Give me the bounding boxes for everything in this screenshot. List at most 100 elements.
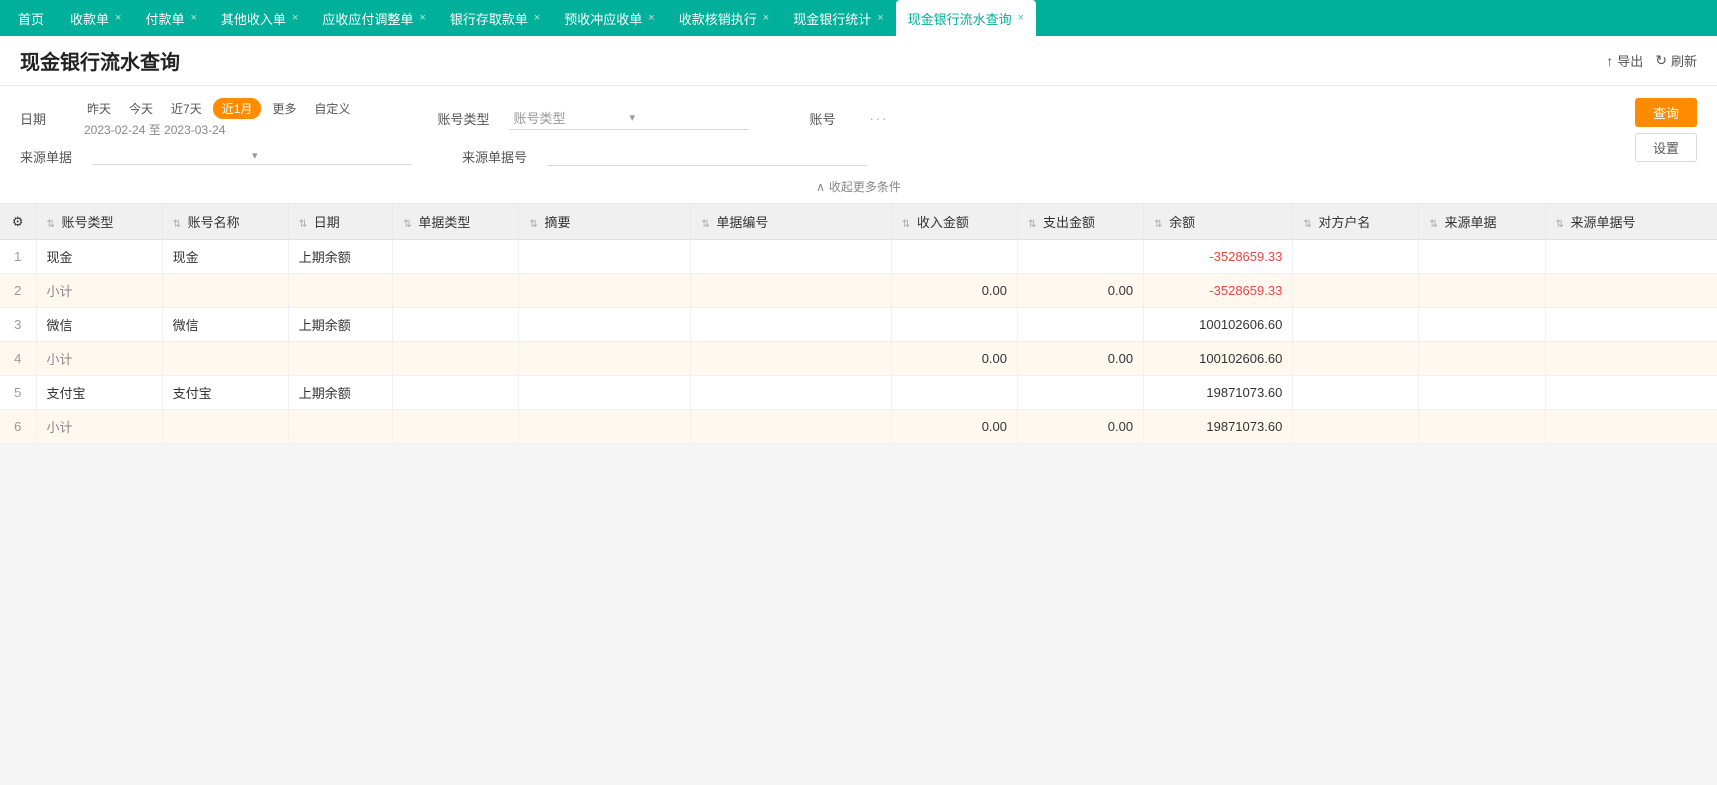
sort-account-name-icon: ⇅ xyxy=(173,219,181,230)
sort-income-icon: ⇅ xyxy=(902,219,910,230)
cell-expense: 0.00 xyxy=(1018,274,1144,308)
collapse-row: ∧ 收起更多条件 xyxy=(20,174,1697,195)
cell-doc-no xyxy=(691,410,892,444)
nav-bank-deposit-close[interactable]: × xyxy=(534,12,540,24)
cell-expense xyxy=(1018,240,1144,274)
nav-bank-flow-label: 现金银行流水查询 xyxy=(908,9,1012,28)
nav-bank-stat-close[interactable]: × xyxy=(877,12,883,24)
col-date[interactable]: ⇅ 日期 xyxy=(288,204,393,240)
cell-income xyxy=(891,308,1017,342)
date-btn-today[interactable]: 今天 xyxy=(122,98,160,119)
source-doc-no-input[interactable] xyxy=(547,146,867,166)
cell-row-num: 2 xyxy=(0,274,36,308)
cell-source-doc-no xyxy=(1545,342,1717,376)
col-account-name[interactable]: ⇅ 账号名称 xyxy=(162,204,288,240)
cell-balance: -3528659.33 xyxy=(1144,274,1293,308)
cell-doc-no xyxy=(691,308,892,342)
cell-source-doc xyxy=(1419,342,1545,376)
col-source-doc-label: 来源单据 xyxy=(1444,215,1496,230)
cell-doc-no xyxy=(691,376,892,410)
cell-source-doc xyxy=(1419,274,1545,308)
date-shortcuts: 昨天 今天 近7天 近1月 更多 自定义 xyxy=(80,98,357,119)
cell-doc-no xyxy=(691,274,892,308)
refresh-button[interactable]: ↻ 刷新 xyxy=(1655,51,1697,70)
sort-source-doc-no-icon: ⇅ xyxy=(1556,219,1564,230)
col-balance[interactable]: ⇅ 余额 xyxy=(1144,204,1293,240)
date-btn-yesterday[interactable]: 昨天 xyxy=(80,98,118,119)
col-expense[interactable]: ⇅ 支出金额 xyxy=(1018,204,1144,240)
table-row: 4 小计 0.00 0.00 100102606.60 xyxy=(0,342,1717,376)
date-filter-group: 昨天 今天 近7天 近1月 更多 自定义 2023-02-24 至 2023-0… xyxy=(80,98,357,138)
nav-other-income[interactable]: 其他收入单 × xyxy=(209,0,310,36)
cell-counterparty xyxy=(1293,308,1419,342)
source-doc-filter-label: 来源单据 xyxy=(20,147,72,166)
col-summary[interactable]: ⇅ 摘要 xyxy=(519,204,691,240)
col-account-name-label: 账号名称 xyxy=(188,215,240,230)
cell-doc-no xyxy=(691,240,892,274)
nav-adjustment-close[interactable]: × xyxy=(419,12,425,24)
nav-payment-label: 付款单 xyxy=(145,9,184,28)
date-btn-7days[interactable]: 近7天 xyxy=(164,98,209,119)
nav-writeoff-close[interactable]: × xyxy=(763,12,769,24)
cell-counterparty xyxy=(1293,342,1419,376)
col-income[interactable]: ⇅ 收入金额 xyxy=(891,204,1017,240)
account-type-select[interactable]: 账号类型 ▾ xyxy=(509,106,749,130)
cell-source-doc xyxy=(1419,410,1545,444)
col-date-label: 日期 xyxy=(314,215,340,230)
nav-other-income-close[interactable]: × xyxy=(292,12,298,24)
cell-doc-type xyxy=(393,410,519,444)
header-actions: ↑ 导出 ↻ 刷新 xyxy=(1606,51,1697,70)
flow-table: ⚙ ⇅ 账号类型 ⇅ 账号名称 ⇅ 日期 ⇅ 单据类型 xyxy=(0,204,1717,444)
nav-pre-receivable-close[interactable]: × xyxy=(648,12,654,24)
col-source-doc[interactable]: ⇅ 来源单据 xyxy=(1419,204,1545,240)
col-doc-type[interactable]: ⇅ 单据类型 xyxy=(393,204,519,240)
cell-income: 0.00 xyxy=(891,410,1017,444)
account-type-filter-label: 账号类型 xyxy=(437,109,489,128)
collapse-label: 收起更多条件 xyxy=(829,178,901,195)
nav-receipt[interactable]: 收款单 × xyxy=(58,0,133,36)
col-balance-label: 余额 xyxy=(1169,215,1195,230)
nav-bank-stat[interactable]: 现金银行统计 × xyxy=(781,0,895,36)
col-doc-no[interactable]: ⇅ 单据编号 xyxy=(691,204,892,240)
cell-account-type: 小计 xyxy=(36,274,162,308)
nav-writeoff[interactable]: 收款核销执行 × xyxy=(667,0,781,36)
cell-account-name xyxy=(162,410,288,444)
export-button[interactable]: ↑ 导出 xyxy=(1606,51,1643,70)
cell-income: 0.00 xyxy=(891,274,1017,308)
nav-receipt-label: 收款单 xyxy=(70,9,109,28)
collapse-icon: ∧ xyxy=(816,180,825,194)
nav-payment[interactable]: 付款单 × xyxy=(133,0,208,36)
col-counterparty[interactable]: ⇅ 对方户名 xyxy=(1293,204,1419,240)
nav-other-income-label: 其他收入单 xyxy=(221,9,286,28)
col-gear[interactable]: ⚙ xyxy=(0,204,36,240)
date-btn-1month[interactable]: 近1月 xyxy=(213,98,262,119)
nav-payment-close[interactable]: × xyxy=(190,12,196,24)
nav-bank-flow-close[interactable]: × xyxy=(1018,12,1024,24)
query-button[interactable]: 查询 xyxy=(1635,98,1697,127)
nav-pre-receivable[interactable]: 预收冲应收单 × xyxy=(552,0,666,36)
filter-action-buttons: 查询 设置 xyxy=(1635,98,1697,162)
cell-source-doc xyxy=(1419,240,1545,274)
cell-source-doc xyxy=(1419,376,1545,410)
cell-row-num: 6 xyxy=(0,410,36,444)
nav-home[interactable]: 首页 xyxy=(4,0,58,36)
setting-button[interactable]: 设置 xyxy=(1635,133,1697,162)
date-btn-custom[interactable]: 自定义 xyxy=(307,98,357,119)
nav-adjustment[interactable]: 应收应付调整单 × xyxy=(310,0,437,36)
sort-expense-icon: ⇅ xyxy=(1028,219,1036,230)
source-doc-select[interactable]: ▾ xyxy=(92,147,412,165)
cell-expense: 0.00 xyxy=(1018,410,1144,444)
source-doc-dropdown-icon: ▾ xyxy=(252,149,408,162)
nav-bank-flow[interactable]: 现金银行流水查询 × xyxy=(896,0,1036,36)
cell-summary xyxy=(519,342,691,376)
col-source-doc-no[interactable]: ⇅ 来源单据号 xyxy=(1545,204,1717,240)
cell-expense xyxy=(1018,376,1144,410)
col-account-type[interactable]: ⇅ 账号类型 xyxy=(36,204,162,240)
collapse-button[interactable]: ∧ 收起更多条件 xyxy=(816,178,901,195)
date-btn-more[interactable]: 更多 xyxy=(265,98,303,119)
cell-doc-no xyxy=(691,342,892,376)
nav-receipt-close[interactable]: × xyxy=(115,12,121,24)
nav-bank-deposit[interactable]: 银行存取款单 × xyxy=(438,0,552,36)
cell-balance: 19871073.60 xyxy=(1144,410,1293,444)
filter-row-1: 日期 昨天 今天 近7天 近1月 更多 自定义 2023-02-24 至 202… xyxy=(20,98,1635,138)
